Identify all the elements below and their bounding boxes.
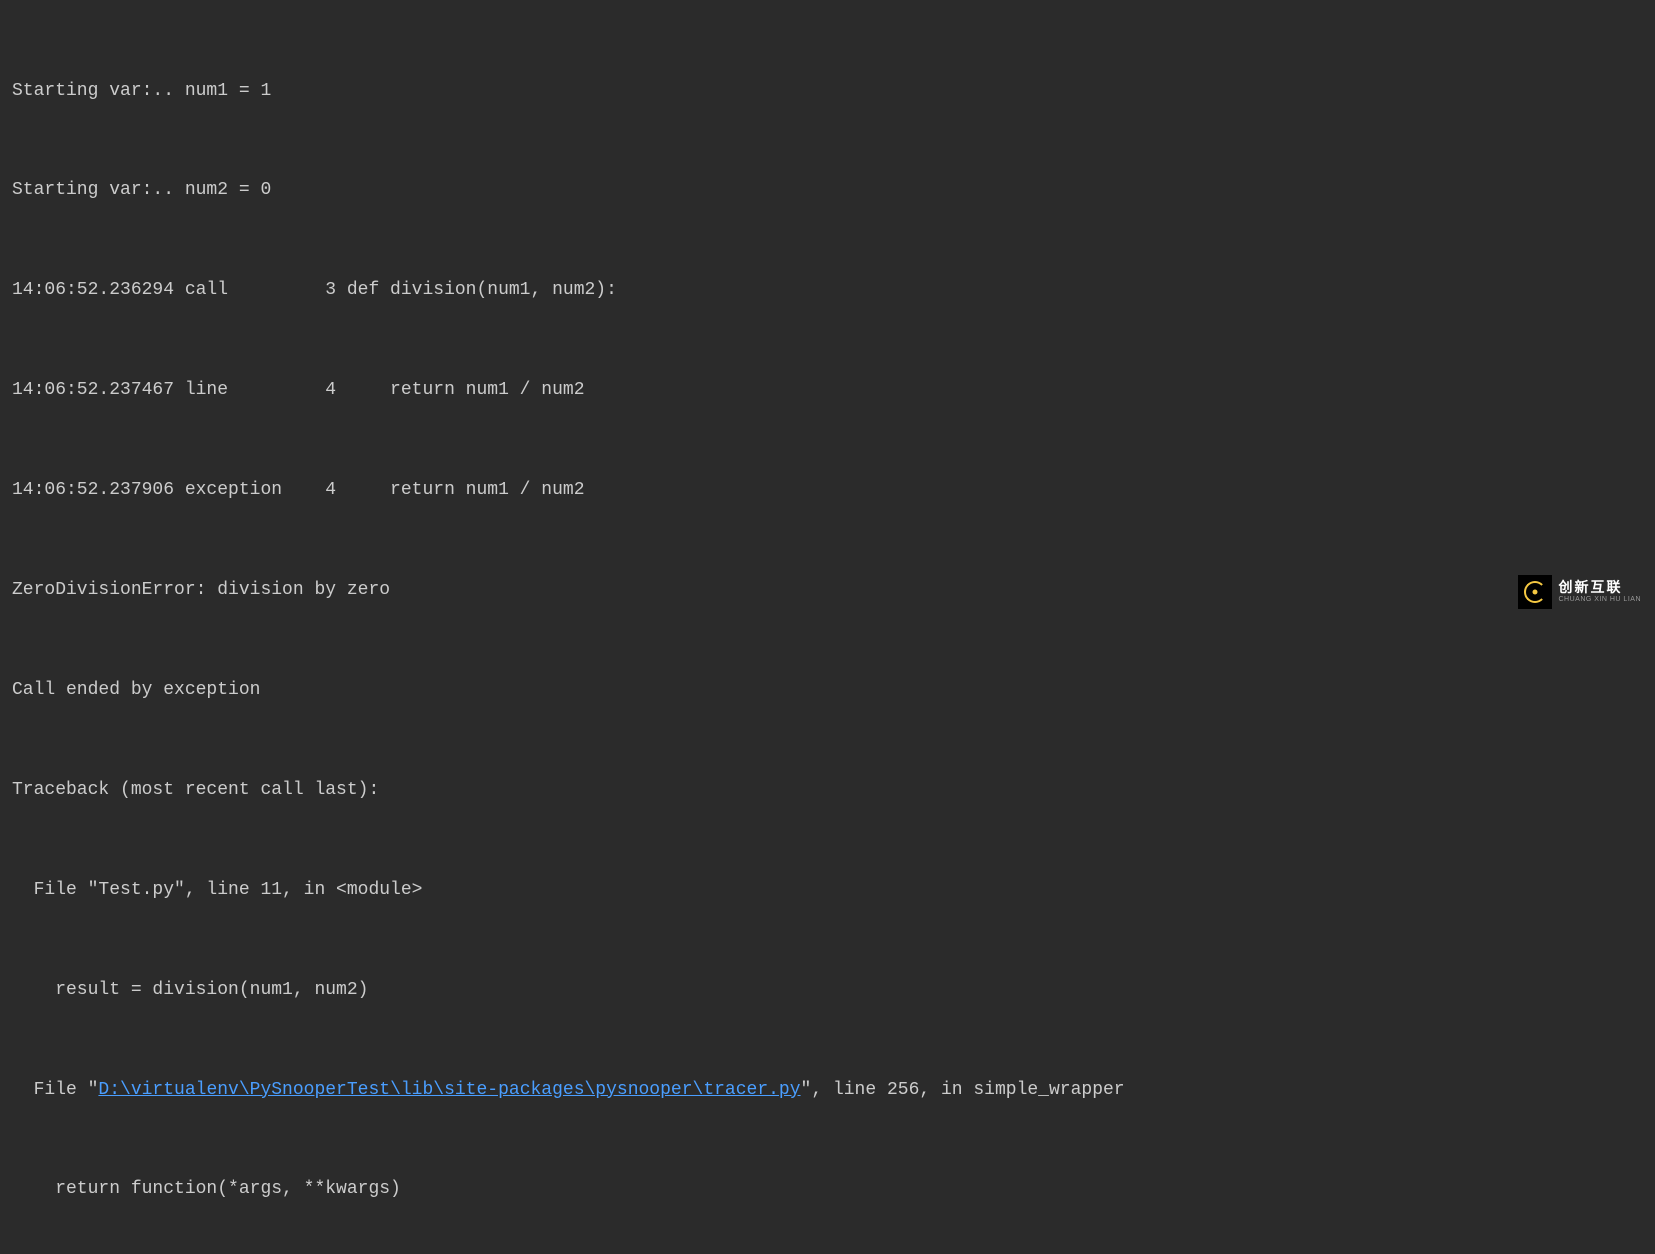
output-line: Call ended by exception [12, 674, 1643, 707]
watermark-text: 创新互联 CHUANG XIN HU LIAN [1558, 580, 1641, 603]
terminal-output: Starting var:.. num1 = 1 Starting var:..… [12, 8, 1643, 1254]
logo-circle-icon [1524, 581, 1546, 603]
output-line: 14:06:52.237906 exception 4 return num1 … [12, 474, 1643, 507]
output-line: 14:06:52.237467 line 4 return num1 / num… [12, 374, 1643, 407]
logo-dot-icon [1533, 590, 1538, 595]
output-line: Starting var:.. num2 = 0 [12, 174, 1643, 207]
watermark-brand-cn: 创新互联 [1558, 580, 1641, 595]
output-line: result = division(num1, num2) [12, 974, 1643, 1007]
output-line: Traceback (most recent call last): [12, 774, 1643, 807]
output-line: File "D:\virtualenv\PySnooperTest\lib\si… [12, 1074, 1643, 1107]
watermark-brand-en: CHUANG XIN HU LIAN [1558, 596, 1641, 604]
file-path-link[interactable]: D:\virtualenv\PySnooperTest\lib\site-pac… [98, 1080, 800, 1100]
traceback-suffix: ", line 256, in simple_wrapper [801, 1080, 1125, 1100]
output-line: File "Test.py", line 11, in <module> [12, 874, 1643, 907]
output-line: ZeroDivisionError: division by zero [12, 574, 1643, 607]
watermark-logo [1518, 575, 1552, 609]
watermark: 创新互联 CHUANG XIN HU LIAN [1518, 575, 1641, 609]
traceback-prefix: File " [12, 1080, 98, 1100]
output-line: Starting var:.. num1 = 1 [12, 75, 1643, 108]
output-line: return function(*args, **kwargs) [12, 1173, 1643, 1206]
output-line: 14:06:52.236294 call 3 def division(num1… [12, 274, 1643, 307]
